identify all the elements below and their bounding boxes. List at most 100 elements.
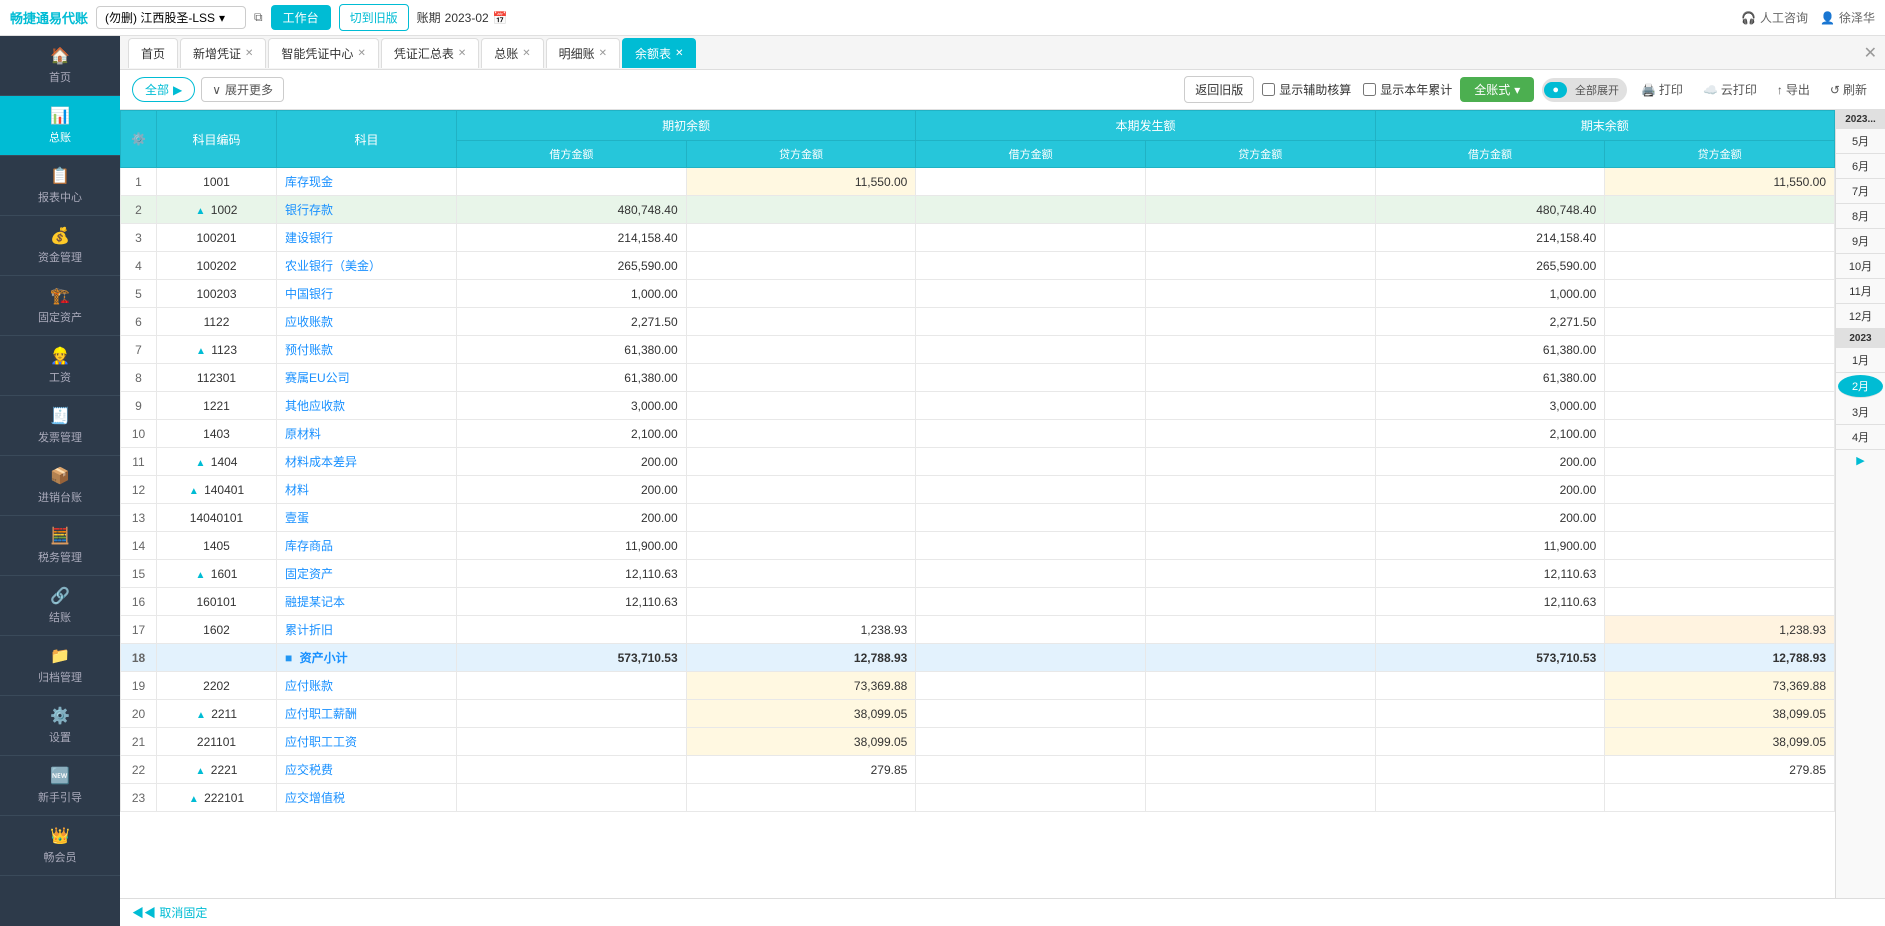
sidebar-item-home[interactable]: 🏠 首页 <box>0 36 120 96</box>
cell-name[interactable]: 库存商品 <box>277 532 457 560</box>
tab-smart-center-close[interactable]: ✕ <box>357 48 365 59</box>
sidebar-item-salary[interactable]: 👷 工资 <box>0 336 120 396</box>
rp-month-4[interactable]: 4月 <box>1836 425 1885 450</box>
cell-name[interactable]: 其他应收款 <box>277 392 457 420</box>
th-settings-icon[interactable]: ⚙️ <box>121 111 157 168</box>
cell-name[interactable]: 应交增值税 <box>277 784 457 812</box>
ytd-checkbox-input[interactable] <box>1363 83 1376 96</box>
cell-name[interactable]: ■ 资产小计 <box>277 644 457 672</box>
cell-end-debit: 573,710.53 <box>1375 644 1605 672</box>
calendar-icon[interactable]: 📅 <box>493 11 508 25</box>
tab-balance-close[interactable]: ✕ <box>675 48 683 59</box>
expand-row-icon[interactable]: ▲ <box>196 206 206 217</box>
sidebar-item-close[interactable]: 🔗 结账 <box>0 576 120 636</box>
sidebar-item-settings[interactable]: ⚙️ 设置 <box>0 696 120 756</box>
rp-month-10[interactable]: 10月 <box>1836 254 1885 279</box>
cell-name[interactable]: 融提某记本 <box>277 588 457 616</box>
cloud-print-button[interactable]: ☁️ 云打印 <box>1697 79 1763 100</box>
cell-name[interactable]: 应交税费 <box>277 756 457 784</box>
workbench-button[interactable]: 工作台 <box>271 5 331 30</box>
cell-name[interactable]: 累计折旧 <box>277 616 457 644</box>
cell-name[interactable]: 壹蛋 <box>277 504 457 532</box>
unpin-button[interactable]: ◀◀ 取消固定 <box>132 904 207 921</box>
cell-name[interactable]: 银行存款 <box>277 196 457 224</box>
sidebar-item-tax[interactable]: 🧮 税务管理 <box>0 516 120 576</box>
all-filter-button[interactable]: 全部 ▶ <box>132 77 195 102</box>
sidebar-item-assets[interactable]: 🏗️ 固定资产 <box>0 276 120 336</box>
expand-row-icon[interactable]: ▲ <box>196 570 206 581</box>
rp-month-9[interactable]: 9月 <box>1836 229 1885 254</box>
cell-name[interactable]: 应收账款 <box>277 308 457 336</box>
cell-name[interactable]: 农业银行（美金） <box>277 252 457 280</box>
expand-row-icon[interactable]: ▲ <box>196 458 206 469</box>
tab-home[interactable]: 首页 <box>128 38 178 68</box>
user-menu[interactable]: 👤 徐泽华 <box>1820 9 1875 26</box>
expand-row-icon[interactable]: ▲ <box>196 766 206 777</box>
cell-name[interactable]: 应付职工工资 <box>277 728 457 756</box>
rp-month-3[interactable]: 3月 <box>1836 400 1885 425</box>
tab-detail[interactable]: 明细账 ✕ <box>546 38 620 68</box>
sidebar-item-archive[interactable]: 📁 归档管理 <box>0 636 120 696</box>
close-all-icon[interactable]: ✕ <box>1864 43 1877 63</box>
sidebar-item-member[interactable]: 👑 畅会员 <box>0 816 120 876</box>
tab-smart-center[interactable]: 智能凭证中心 ✕ <box>268 38 378 68</box>
sidebar-item-report[interactable]: 📋 报表中心 <box>0 156 120 216</box>
rp-month-6[interactable]: 6月 <box>1836 154 1885 179</box>
expand-row-icon[interactable]: ▲ <box>189 794 199 805</box>
service-button[interactable]: 🎧 人工咨询 <box>1741 9 1808 26</box>
format-button[interactable]: 全账式 ▾ <box>1460 77 1534 102</box>
cell-name[interactable]: 建设银行 <box>277 224 457 252</box>
sidebar-item-ledger[interactable]: 📊 总账 <box>0 96 120 156</box>
aux-checkbox-input[interactable] <box>1262 83 1275 96</box>
switch-old-button[interactable]: 切到旧版 <box>339 4 409 31</box>
back-old-button[interactable]: 返回旧版 <box>1184 76 1254 103</box>
cell-name[interactable]: 材料 <box>277 476 457 504</box>
tab-detail-close[interactable]: ✕ <box>599 48 607 59</box>
expand-toggle[interactable]: ● 全部展开 <box>1542 78 1627 102</box>
sidebar-item-invoice[interactable]: 🧾 发票管理 <box>0 396 120 456</box>
tab-new-voucher[interactable]: 新增凭证 ✕ <box>180 38 266 68</box>
show-ytd-checkbox[interactable]: 显示本年累计 <box>1363 81 1452 98</box>
cell-curr-debit <box>916 728 1146 756</box>
tab-ledger-close[interactable]: ✕ <box>522 48 530 59</box>
print-button[interactable]: 🖨️ 打印 <box>1635 79 1689 100</box>
tab-voucher-summary[interactable]: 凭证汇总表 ✕ <box>381 38 479 68</box>
print-label: 打印 <box>1659 81 1683 98</box>
tab-new-voucher-close[interactable]: ✕ <box>245 48 253 59</box>
tab-voucher-summary-close[interactable]: ✕ <box>458 48 466 59</box>
table-row: 4 100202 农业银行（美金） 265,590.00 265,590.00 <box>121 252 1835 280</box>
export-button[interactable]: ↑ 导出 <box>1771 79 1816 100</box>
copy-icon[interactable]: ⧉ <box>254 10 263 25</box>
company-selector[interactable]: (勿删) 江西股圣-LSS ▾ <box>96 6 246 29</box>
rp-month-2-active[interactable]: 2月 <box>1838 375 1883 398</box>
show-aux-checkbox[interactable]: 显示辅助核算 <box>1262 81 1351 98</box>
rp-expand-icon[interactable]: ▶ <box>1836 450 1885 471</box>
cell-name[interactable]: 库存现金 <box>277 168 457 196</box>
tab-ledger[interactable]: 总账 ✕ <box>481 38 543 68</box>
expand-more-button[interactable]: ∨ 展开更多 <box>201 77 284 102</box>
cell-name[interactable]: 固定资产 <box>277 560 457 588</box>
cell-name[interactable]: 原材料 <box>277 420 457 448</box>
tab-balance[interactable]: 余额表 ✕ <box>622 38 696 68</box>
expand-row-icon[interactable]: ▲ <box>196 346 206 357</box>
expand-row-icon[interactable]: ▲ <box>196 710 206 721</box>
cell-name[interactable]: 应付职工薪酬 <box>277 700 457 728</box>
sidebar-item-capital[interactable]: 💰 资金管理 <box>0 216 120 276</box>
cell-name[interactable]: 中国银行 <box>277 280 457 308</box>
rp-month-7[interactable]: 7月 <box>1836 179 1885 204</box>
sidebar-item-stock[interactable]: 📦 进销台账 <box>0 456 120 516</box>
cell-end-credit: 11,550.00 <box>1605 168 1835 196</box>
cell-name[interactable]: 材料成本差异 <box>277 448 457 476</box>
rp-month-8[interactable]: 8月 <box>1836 204 1885 229</box>
cell-name[interactable]: 赛属EU公司 <box>277 364 457 392</box>
rp-month-12[interactable]: 12月 <box>1836 304 1885 329</box>
cell-name[interactable]: 预付账款 <box>277 336 457 364</box>
toolbar-left: 全部 ▶ ∨ 展开更多 <box>132 77 284 102</box>
expand-row-icon[interactable]: ▲ <box>189 486 199 497</box>
rp-month-5[interactable]: 5月 <box>1836 129 1885 154</box>
rp-month-1[interactable]: 1月 <box>1836 348 1885 373</box>
cell-name[interactable]: 应付账款 <box>277 672 457 700</box>
refresh-button[interactable]: ↺ 刷新 <box>1824 79 1873 100</box>
rp-month-11[interactable]: 11月 <box>1836 279 1885 304</box>
sidebar-item-guide[interactable]: 🆕 新手引导 <box>0 756 120 816</box>
